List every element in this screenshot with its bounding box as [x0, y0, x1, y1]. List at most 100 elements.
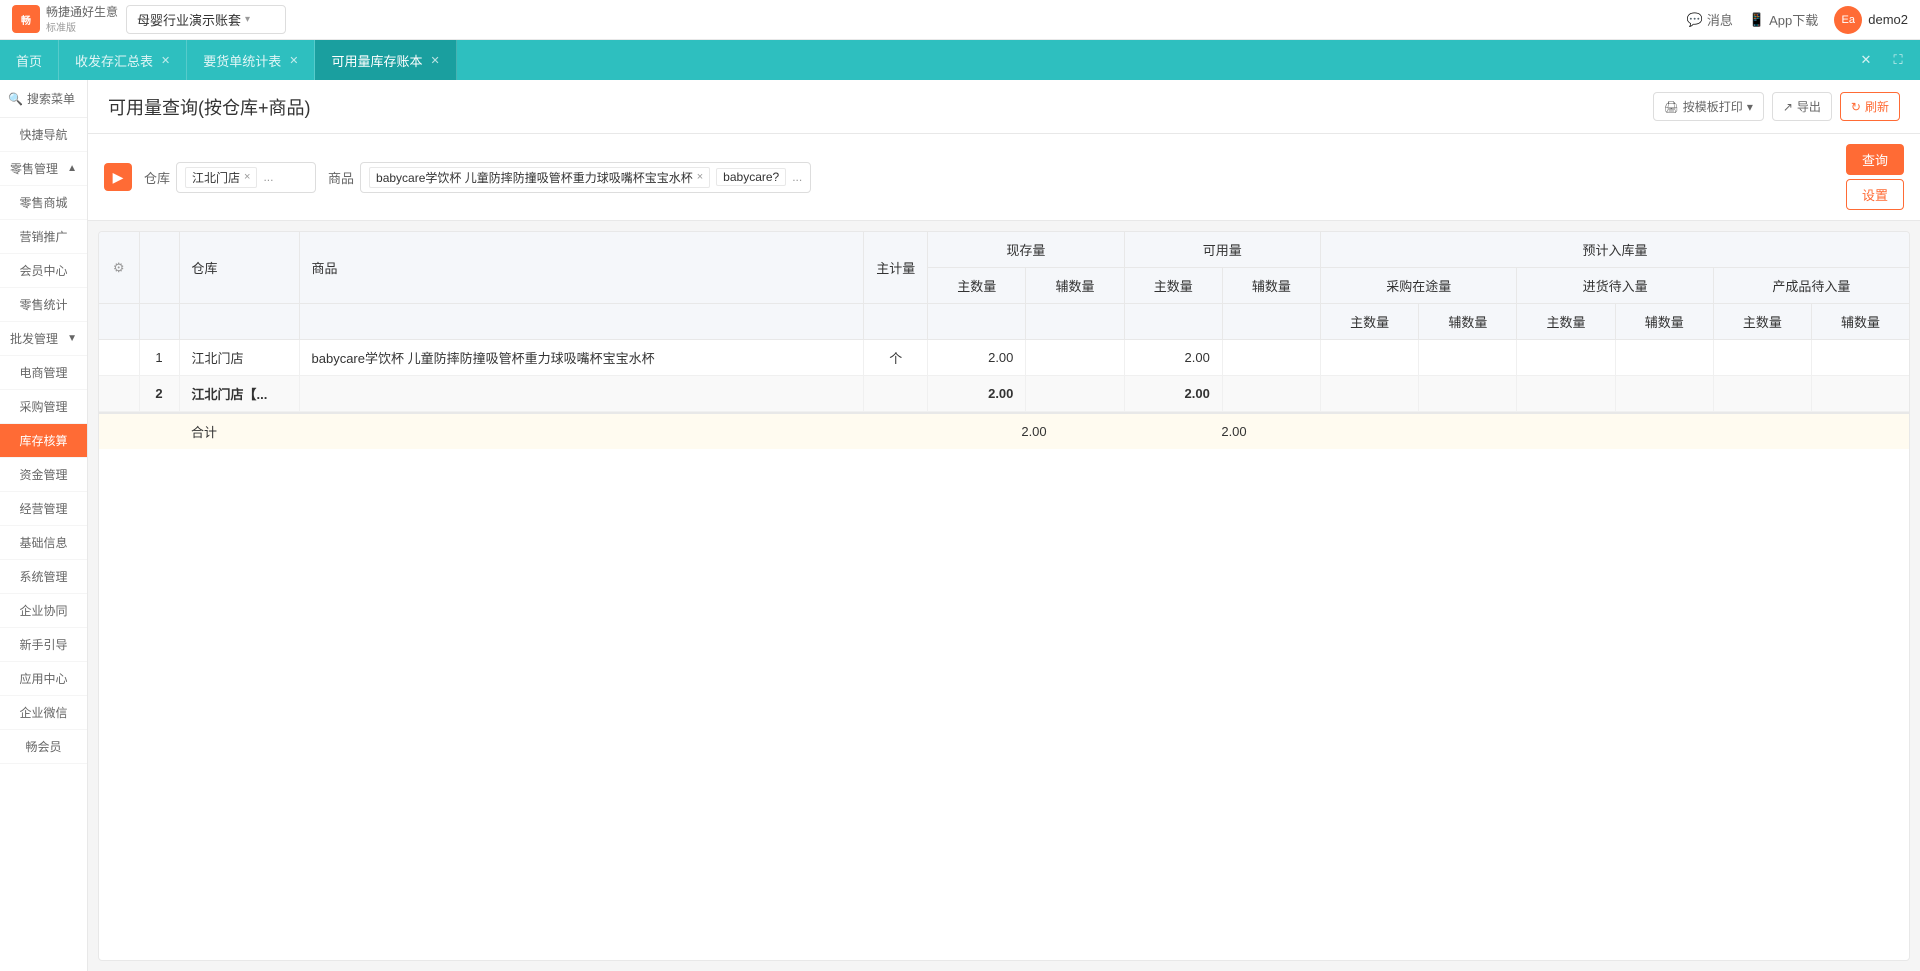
product-tag2: babycare? [716, 168, 786, 186]
app-name: 畅捷通好生意 [46, 5, 118, 19]
search-icon: 🔍 [8, 92, 23, 106]
sidebar-item-member[interactable]: 会员中心 [0, 254, 87, 288]
top-bar-right: 💬 消息 📱 App下载 Ea demo2 [1687, 6, 1908, 34]
sidebar-item-wechat[interactable]: 企业微信 [0, 696, 87, 730]
sidebar-item-ecommerce[interactable]: 电商管理 [0, 356, 87, 390]
sidebar-item-appcenter[interactable]: 应用中心 [0, 662, 87, 696]
th-settings[interactable]: ⚙ [99, 232, 139, 304]
sidebar-item-basic[interactable]: 基础信息 [0, 526, 87, 560]
th-available-aux-qty: 辅数量 [1222, 268, 1320, 304]
print-button[interactable]: 🖨 按模板打印 ▾ [1653, 92, 1764, 121]
sidebar-item-purchase[interactable]: 采购管理 [0, 390, 87, 424]
app-version: 标准版 [46, 19, 118, 34]
tab-available[interactable]: 可用量库存账本 ✕ [315, 40, 456, 80]
chevron-up-icon: ▲ [67, 163, 77, 174]
warehouse-filter-group: 仓库 江北门店 × ... [144, 162, 316, 193]
app-info: 畅捷通好生意 标准版 [46, 5, 118, 34]
sidebar-item-newguide[interactable]: 新手引导 [0, 628, 87, 662]
user-name: demo2 [1868, 12, 1908, 27]
th-inbound-aux-qty: 辅数量 [1615, 304, 1713, 340]
page-header: 可用量查询(按仓库+商品) 🖨 按模板打印 ▾ ↗ 导出 ↻ 刷新 [88, 80, 1920, 134]
th-warehouse: 仓库 [179, 232, 299, 304]
th-purchase-aux-qty: 辅数量 [1419, 304, 1517, 340]
sidebar-item-retail-stats[interactable]: 零售统计 [0, 288, 87, 322]
expand-button[interactable]: ⛶ [1884, 46, 1912, 74]
search-menu-button[interactable]: 🔍 搜索菜单 [0, 80, 87, 118]
sidebar-item-enterprise[interactable]: 企业协同 [0, 594, 87, 628]
filter-bar: ▶ 仓库 江北门店 × ... 商品 babycare学饮杯 儿童防摔防撞吸管杯… [88, 134, 1920, 221]
export-button[interactable]: ↗ 导出 [1772, 92, 1832, 121]
refresh-icon: ↻ [1851, 100, 1861, 114]
warehouse-tag: 江北门店 × [185, 167, 257, 188]
th-purchase-main-qty: 主数量 [1321, 304, 1419, 340]
message-button[interactable]: 💬 消息 [1687, 10, 1733, 29]
sidebar-item-retail-mall[interactable]: 零售商城 [0, 186, 87, 220]
table-row: 2江北门店【...2.002.00 [99, 376, 1909, 412]
sidebar: 🔍 搜索菜单 快捷导航 零售管理 ▲ 零售商城 营销推广 会员中心 零售统计 批… [0, 80, 88, 971]
page-title: 可用量查询(按仓库+商品) [108, 94, 311, 120]
product-label: 商品 [328, 168, 354, 187]
tab-actions: ✕ ⛶ [1852, 46, 1920, 74]
refresh-button[interactable]: ↻ 刷新 [1840, 92, 1900, 121]
th-current-aux-qty: 辅数量 [1026, 268, 1124, 304]
th-main-unit: 主计量 [864, 232, 928, 304]
sidebar-item-marketing[interactable]: 营销推广 [0, 220, 87, 254]
chevron-down-icon: ▾ [1747, 100, 1753, 114]
tab-order-close[interactable]: ✕ [289, 54, 298, 67]
arrow-right-icon: ▶ [113, 169, 124, 186]
tab-available-close[interactable]: ✕ [431, 54, 440, 67]
th-purchase-label: 采购在途量 [1321, 268, 1517, 304]
sidebar-item-retail[interactable]: 零售管理 ▲ [0, 152, 87, 186]
sidebar-item-finance[interactable]: 资金管理 [0, 458, 87, 492]
main-layout: 🔍 搜索菜单 快捷导航 零售管理 ▲ 零售商城 营销推广 会员中心 零售统计 批… [0, 80, 1920, 971]
product-tag1-remove[interactable]: × [697, 171, 703, 183]
th-inbound-main-qty: 主数量 [1517, 304, 1615, 340]
table-body: 1江北门店babycare学饮杯 儿童防摔防撞吸管杯重力球吸嘴杯宝宝水杯个2.0… [99, 340, 1909, 412]
warehouse-more[interactable]: ... [263, 170, 273, 184]
tab-home[interactable]: 首页 [0, 40, 59, 80]
product-input[interactable]: babycare学饮杯 儿童防摔防撞吸管杯重力球吸嘴杯宝宝水杯 × babyca… [360, 162, 811, 193]
sidebar-item-operation[interactable]: 经营管理 [0, 492, 87, 526]
sidebar-item-wholesale[interactable]: 批发管理 ▼ [0, 322, 87, 356]
product-tag1: babycare学饮杯 儿童防摔防撞吸管杯重力球吸嘴杯宝宝水杯 × [369, 167, 710, 188]
sidebar-item-inventory[interactable]: 库存核算 [0, 424, 87, 458]
th-planned: 预计入库量 [1321, 232, 1909, 268]
warehouse-input[interactable]: 江北门店 × ... [176, 162, 316, 193]
logo-area: 畅 畅捷通好生意 标准版 [12, 5, 118, 34]
sidebar-item-system[interactable]: 系统管理 [0, 560, 87, 594]
page-actions: 🖨 按模板打印 ▾ ↗ 导出 ↻ 刷新 [1653, 92, 1900, 121]
product-more[interactable]: ... [792, 170, 802, 184]
table-row: 1江北门店babycare学饮杯 儿童防摔防撞吸管杯重力球吸嘴杯宝宝水杯个2.0… [99, 340, 1909, 376]
download-button[interactable]: 📱 App下载 [1749, 10, 1818, 29]
warehouse-label: 仓库 [144, 168, 170, 187]
settings-icon[interactable]: ⚙ [113, 260, 125, 275]
top-bar: 畅 畅捷通好生意 标准版 母婴行业演示账套 ▾ 💬 消息 📱 App下载 Ea … [0, 0, 1920, 40]
th-production-aux-qty: 辅数量 [1812, 304, 1909, 340]
query-button[interactable]: 查询 [1846, 144, 1904, 175]
th-current-main-qty: 主数量 [928, 268, 1026, 304]
user-info[interactable]: Ea demo2 [1834, 6, 1908, 34]
totals-available-main-qty: 2.00 [1184, 424, 1284, 439]
export-icon: ↗ [1783, 100, 1793, 114]
tab-order[interactable]: 要货单统计表 ✕ [187, 40, 315, 80]
tab-income[interactable]: 收发存汇总表 ✕ [59, 40, 187, 80]
org-selector[interactable]: 母婴行业演示账套 ▾ [126, 5, 286, 34]
th-available-main-qty: 主数量 [1124, 268, 1222, 304]
tab-income-close[interactable]: ✕ [161, 54, 170, 67]
filter-toggle-button[interactable]: ▶ [104, 163, 132, 191]
sidebar-item-member2[interactable]: 畅会员 [0, 730, 87, 764]
totals-current-main-qty: 2.00 [984, 424, 1084, 439]
th-production-label: 产成品待入量 [1713, 268, 1909, 304]
close-all-button[interactable]: ✕ [1852, 46, 1880, 74]
content-area: 可用量查询(按仓库+商品) 🖨 按模板打印 ▾ ↗ 导出 ↻ 刷新 [88, 80, 1920, 971]
nav-tabs: 首页 收发存汇总表 ✕ 要货单统计表 ✕ 可用量库存账本 ✕ ✕ ⛶ [0, 40, 1920, 80]
warehouse-tag-remove[interactable]: × [244, 171, 250, 183]
org-name: 母婴行业演示账套 [137, 10, 241, 29]
th-index [139, 232, 179, 304]
th-current-stock: 现存量 [928, 232, 1124, 268]
sidebar-item-quicknav[interactable]: 快捷导航 [0, 118, 87, 152]
setting-button[interactable]: 设置 [1846, 179, 1904, 210]
th-product: 商品 [299, 232, 864, 304]
chevron-down-icon: ▾ [245, 14, 250, 25]
table-footer: 合计 2.00 2.00 [99, 412, 1909, 449]
